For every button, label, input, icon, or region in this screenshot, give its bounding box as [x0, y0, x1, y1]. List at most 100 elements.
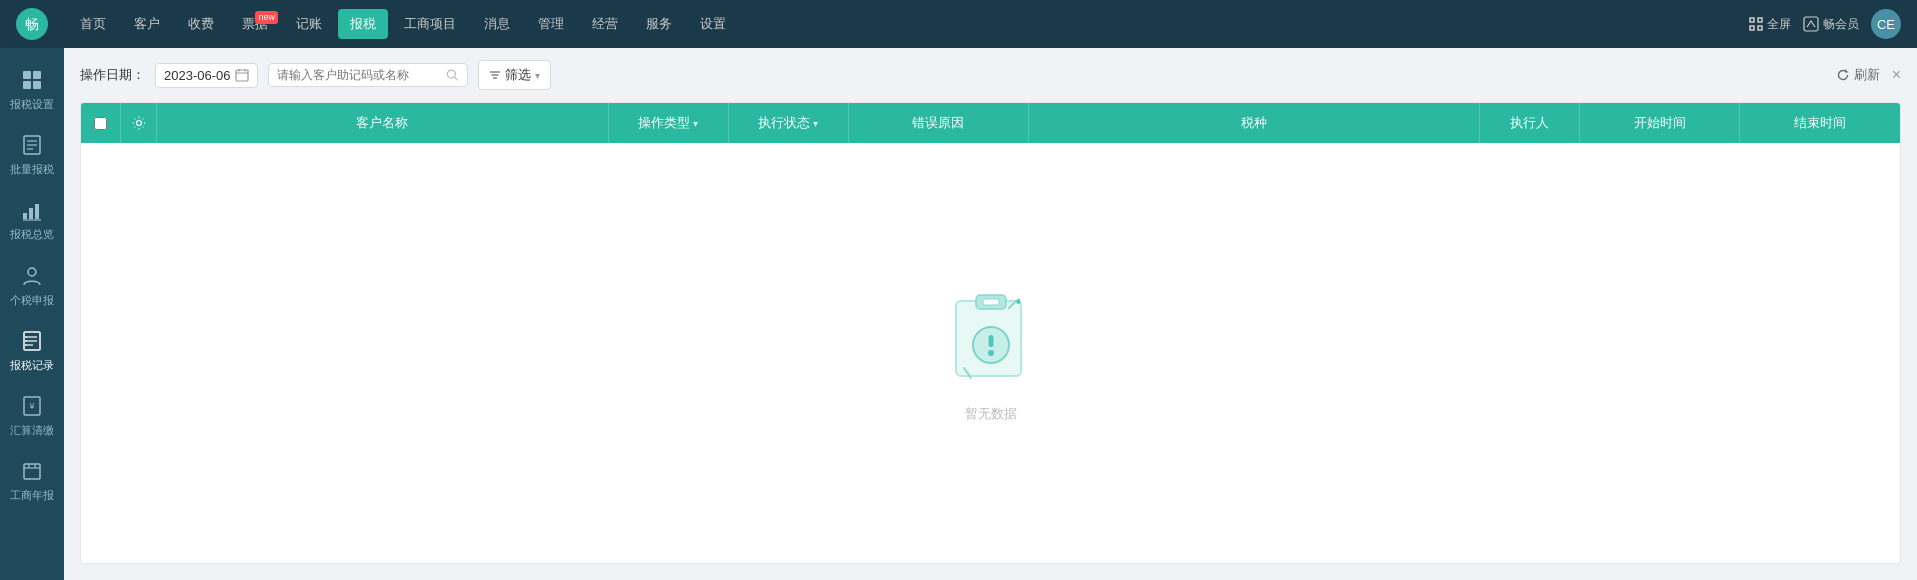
svg-line-38	[454, 77, 457, 80]
calendar-icon	[235, 68, 249, 82]
svg-rect-46	[983, 299, 999, 305]
batch-tax-icon	[18, 131, 46, 159]
sidebar-settlement-label: 汇算清缴	[10, 424, 54, 437]
svg-rect-6	[1804, 17, 1818, 31]
sidebar-item-batch-tax[interactable]: 批量报税	[0, 121, 64, 186]
chevron-down-icon: ▾	[535, 70, 540, 81]
search-icon	[446, 68, 459, 82]
sidebar-item-annual-report[interactable]: 工商年报	[0, 447, 64, 512]
th-executor: 执行人	[1480, 103, 1580, 143]
sidebar-item-tax-settings[interactable]: 报税设置	[0, 56, 64, 121]
settings-icon	[131, 115, 147, 131]
sidebar: 报税设置 批量报税 报税总览	[0, 48, 64, 580]
nav-items: 首页 客户 收费 票据 new 记账 报税 工商项目 消息 管理 经营 服务 设…	[68, 9, 1749, 39]
sidebar-item-personal-tax[interactable]: 个税申报	[0, 252, 64, 317]
svg-rect-7	[23, 71, 31, 79]
svg-rect-5	[1758, 26, 1762, 30]
nav-message[interactable]: 消息	[472, 9, 522, 39]
nav-home[interactable]: 首页	[68, 9, 118, 39]
table-body: 暂无数据	[81, 143, 1900, 563]
th-start-time: 开始时间	[1580, 103, 1740, 143]
svg-rect-17	[35, 204, 39, 219]
th-checkbox	[81, 103, 121, 143]
svg-text:¥: ¥	[28, 401, 35, 411]
th-tax: 税种	[1029, 103, 1481, 143]
filter-label: 筛选	[505, 66, 531, 84]
nav-operation[interactable]: 经营	[580, 9, 630, 39]
sidebar-personal-tax-label: 个税申报	[10, 294, 54, 307]
th-op-type: 操作类型 ▾	[609, 103, 729, 143]
svg-rect-2	[1750, 18, 1754, 22]
close-button[interactable]: ×	[1892, 66, 1901, 84]
sidebar-annual-report-label: 工商年报	[10, 489, 54, 502]
svg-text:畅: 畅	[25, 16, 39, 32]
empty-text: 暂无数据	[965, 405, 1017, 423]
toolbar-right: 刷新 ×	[1836, 66, 1901, 84]
svg-point-37	[447, 70, 455, 78]
member-label: 畅会员	[1823, 16, 1859, 33]
op-type-filter-icon[interactable]: ▾	[693, 118, 698, 129]
refresh-label: 刷新	[1854, 66, 1880, 84]
svg-point-19	[28, 268, 36, 276]
avatar[interactable]: CE	[1871, 9, 1901, 39]
svg-rect-10	[33, 81, 41, 89]
refresh-icon	[1836, 68, 1850, 82]
th-error: 错误原因	[849, 103, 1029, 143]
settlement-icon: ¥	[18, 392, 46, 420]
svg-point-49	[988, 350, 994, 356]
filter-button[interactable]: 筛选 ▾	[478, 60, 551, 90]
nav-service[interactable]: 服务	[634, 9, 684, 39]
table-container: 客户名称 操作类型 ▾ 执行状态 ▾ 错误原因 税种 执行人 开始时间 结束时间	[80, 102, 1901, 564]
search-input[interactable]	[277, 68, 440, 82]
svg-rect-29	[24, 464, 40, 479]
tax-overview-icon	[18, 196, 46, 224]
status-filter-icon[interactable]: ▾	[813, 118, 818, 129]
svg-point-25	[25, 340, 27, 342]
refresh-button[interactable]: 刷新	[1836, 66, 1880, 84]
sidebar-batch-tax-label: 批量报税	[10, 163, 54, 176]
th-end-time: 结束时间	[1740, 103, 1900, 143]
nav-right: 全屏 畅会员 CE	[1749, 9, 1901, 39]
empty-state: 暂无数据	[901, 243, 1081, 463]
empty-illustration	[941, 283, 1041, 393]
sidebar-tax-record-label: 报税记录	[10, 359, 54, 372]
logo[interactable]: 畅	[16, 8, 48, 40]
nav-client[interactable]: 客户	[122, 9, 172, 39]
nav-manage[interactable]: 管理	[526, 9, 576, 39]
sidebar-item-tax-record[interactable]: 报税记录	[0, 317, 64, 382]
nav-settings[interactable]: 设置	[688, 9, 738, 39]
th-client: 客户名称	[157, 103, 609, 143]
nav-business[interactable]: 工商项目	[392, 9, 468, 39]
svg-rect-15	[23, 213, 27, 219]
sidebar-item-settlement[interactable]: ¥ 汇算清缴	[0, 382, 64, 447]
nav-invoice[interactable]: 票据 new	[230, 9, 280, 39]
sidebar-tax-overview-label: 报税总览	[10, 228, 54, 241]
select-all-checkbox[interactable]	[94, 117, 107, 130]
personal-tax-icon	[18, 262, 46, 290]
filter-icon	[489, 69, 501, 81]
svg-point-43	[136, 121, 141, 126]
fullscreen-label: 全屏	[1767, 16, 1791, 33]
svg-marker-51	[1016, 298, 1021, 304]
nav-fee[interactable]: 收费	[176, 9, 226, 39]
toolbar: 操作日期： 2023-06-06	[64, 48, 1917, 102]
date-label: 操作日期：	[80, 66, 145, 84]
search-box[interactable]	[268, 63, 468, 87]
content-area: 操作日期： 2023-06-06	[64, 48, 1917, 580]
nav-tax[interactable]: 报税	[338, 9, 388, 39]
table-header: 客户名称 操作类型 ▾ 执行状态 ▾ 错误原因 税种 执行人 开始时间 结束时间	[81, 103, 1900, 143]
date-input[interactable]: 2023-06-06	[155, 63, 258, 88]
nav-bookkeeping[interactable]: 记账	[284, 9, 334, 39]
sidebar-item-tax-overview[interactable]: 报税总览	[0, 186, 64, 251]
th-settings	[121, 103, 157, 143]
svg-rect-16	[29, 208, 33, 219]
tax-settings-icon	[18, 66, 46, 94]
sidebar-tax-settings-label: 报税设置	[10, 98, 54, 111]
new-badge: new	[255, 11, 278, 24]
svg-rect-33	[236, 70, 248, 81]
svg-rect-4	[1750, 26, 1754, 30]
tax-record-icon	[18, 327, 46, 355]
fullscreen-button[interactable]: 全屏	[1749, 16, 1791, 33]
date-value: 2023-06-06	[164, 68, 231, 83]
member-button[interactable]: 畅会员	[1803, 16, 1859, 33]
